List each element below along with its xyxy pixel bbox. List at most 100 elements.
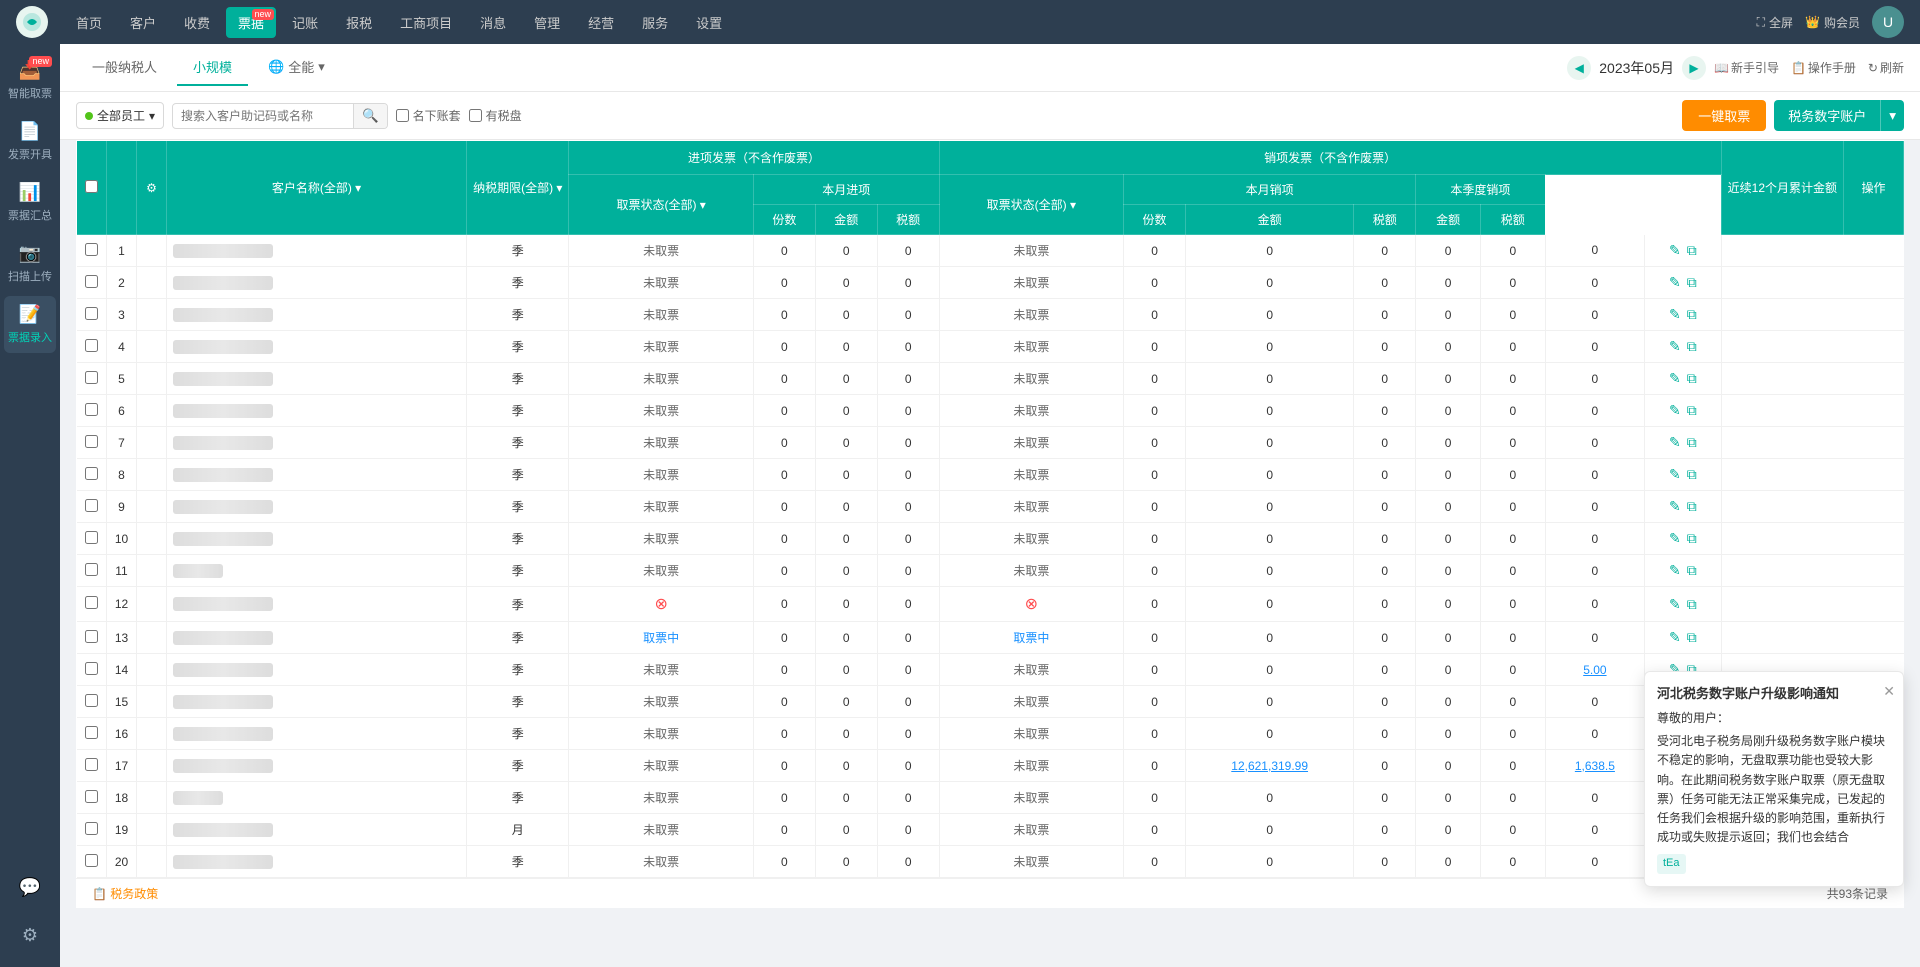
copy-icon[interactable]: ⧉ [1687, 402, 1697, 419]
user-avatar[interactable]: U [1872, 6, 1904, 38]
cumulative-value[interactable]: 1,638.5 [1575, 759, 1615, 773]
one-click-fetch-button[interactable]: 一键取票 [1682, 100, 1766, 131]
search-input[interactable] [173, 105, 353, 127]
nav-item-fee[interactable]: 收费 [172, 7, 222, 38]
edit-icon[interactable]: ✎ [1669, 306, 1681, 323]
nav-item-tax[interactable]: 报税 [334, 7, 384, 38]
row-checkbox[interactable] [77, 299, 107, 331]
vip-button[interactable]: 👑 购会员 [1805, 14, 1860, 31]
row-select-checkbox[interactable] [85, 499, 98, 512]
out-amount-value[interactable]: 12,621,319.99 [1231, 759, 1308, 773]
tax-policy-link[interactable]: 📋 税务政策 [92, 885, 158, 902]
copy-icon[interactable]: ⧉ [1687, 370, 1697, 387]
nav-item-business[interactable]: 工商项目 [388, 7, 464, 38]
row-checkbox[interactable] [77, 235, 107, 267]
row-checkbox[interactable] [77, 363, 107, 395]
statement-checkbox[interactable] [396, 109, 409, 122]
tax-disk-filter[interactable]: 有税盘 [469, 107, 522, 124]
row-select-checkbox[interactable] [85, 307, 98, 320]
row-select-checkbox[interactable] [85, 662, 98, 675]
row-checkbox[interactable] [77, 459, 107, 491]
row-select-checkbox[interactable] [85, 403, 98, 416]
tax-digital-dropdown[interactable]: ▾ [1880, 100, 1904, 131]
row-checkbox[interactable] [77, 555, 107, 587]
refresh-button[interactable]: ↻ 刷新 [1868, 59, 1904, 76]
edit-icon[interactable]: ✎ [1669, 402, 1681, 419]
row-select-checkbox[interactable] [85, 694, 98, 707]
nav-item-service[interactable]: 服务 [630, 7, 680, 38]
notification-close-button[interactable]: ✕ [1883, 680, 1895, 702]
next-month-button[interactable]: ▶ [1682, 56, 1706, 80]
row-select-checkbox[interactable] [85, 563, 98, 576]
cumulative-value[interactable]: 5.00 [1583, 663, 1606, 677]
nav-item-customer[interactable]: 客户 [118, 7, 168, 38]
new-guide-button[interactable]: 📖 新手引导 [1714, 59, 1779, 76]
tab-general-taxpayer[interactable]: 一般纳税人 [76, 49, 173, 86]
sidebar-item-invoice-create[interactable]: 📄 发票开具 [4, 113, 56, 170]
row-checkbox[interactable] [77, 587, 107, 622]
nav-item-message[interactable]: 消息 [468, 7, 518, 38]
copy-icon[interactable]: ⧉ [1687, 562, 1697, 579]
row-select-checkbox[interactable] [85, 339, 98, 352]
row-checkbox[interactable] [77, 782, 107, 814]
nav-item-accounting[interactable]: 记账 [280, 7, 330, 38]
row-select-checkbox[interactable] [85, 758, 98, 771]
nav-item-management[interactable]: 管理 [522, 7, 572, 38]
copy-icon[interactable]: ⧉ [1687, 466, 1697, 483]
copy-icon[interactable]: ⧉ [1687, 596, 1697, 613]
edit-icon[interactable]: ✎ [1669, 530, 1681, 547]
sidebar-item-invoice-entry[interactable]: 📝 票据录入 [4, 296, 56, 353]
edit-icon[interactable]: ✎ [1669, 562, 1681, 579]
sidebar-item-scan-upload[interactable]: 📷 扫描上传 [4, 235, 56, 292]
employee-filter[interactable]: 全部员工 ▾ [76, 102, 164, 129]
edit-icon[interactable]: ✎ [1669, 370, 1681, 387]
row-checkbox[interactable] [77, 491, 107, 523]
sidebar-item-invoice-summary[interactable]: 📊 票据汇总 [4, 174, 56, 231]
nav-item-operations[interactable]: 经营 [576, 7, 626, 38]
row-checkbox[interactable] [77, 523, 107, 555]
row-select-checkbox[interactable] [85, 596, 98, 609]
row-select-checkbox[interactable] [85, 854, 98, 867]
copy-icon[interactable]: ⧉ [1687, 629, 1697, 646]
prev-month-button[interactable]: ◀ [1567, 56, 1591, 80]
tax-digital-button[interactable]: 税务数字账户 [1774, 100, 1880, 131]
row-checkbox[interactable] [77, 622, 107, 654]
sidebar-chat-button[interactable]: 💬 [10, 867, 50, 907]
tab-all[interactable]: 🌐 全能 ▾ [252, 49, 341, 86]
row-checkbox[interactable] [77, 267, 107, 299]
edit-icon[interactable]: ✎ [1669, 274, 1681, 291]
tax-disk-checkbox[interactable] [469, 109, 482, 122]
row-checkbox[interactable] [77, 654, 107, 686]
row-select-checkbox[interactable] [85, 790, 98, 803]
manual-button[interactable]: 📋 操作手册 [1791, 59, 1856, 76]
row-checkbox[interactable] [77, 331, 107, 363]
row-select-checkbox[interactable] [85, 275, 98, 288]
row-select-checkbox[interactable] [85, 467, 98, 480]
tab-small-scale[interactable]: 小规模 [177, 49, 248, 86]
search-button[interactable]: 🔍 [353, 104, 387, 128]
row-checkbox[interactable] [77, 814, 107, 846]
row-checkbox[interactable] [77, 427, 107, 459]
nav-item-home[interactable]: 首页 [64, 7, 114, 38]
copy-icon[interactable]: ⧉ [1687, 434, 1697, 451]
row-select-checkbox[interactable] [85, 435, 98, 448]
statement-filter[interactable]: 名下账套 [396, 107, 461, 124]
copy-icon[interactable]: ⧉ [1687, 498, 1697, 515]
nav-item-invoice[interactable]: 票据 new [226, 7, 276, 38]
row-checkbox[interactable] [77, 686, 107, 718]
nav-item-settings[interactable]: 设置 [684, 7, 734, 38]
copy-icon[interactable]: ⧉ [1687, 242, 1697, 259]
row-checkbox[interactable] [77, 750, 107, 782]
sidebar-settings-button[interactable]: ⚙ [10, 915, 50, 955]
row-select-checkbox[interactable] [85, 822, 98, 835]
row-checkbox[interactable] [77, 846, 107, 878]
fullscreen-button[interactable]: ⛶ 全屏 [1757, 14, 1793, 31]
row-checkbox[interactable] [77, 718, 107, 750]
edit-icon[interactable]: ✎ [1669, 338, 1681, 355]
row-select-checkbox[interactable] [85, 243, 98, 256]
copy-icon[interactable]: ⧉ [1687, 338, 1697, 355]
edit-icon[interactable]: ✎ [1669, 629, 1681, 646]
copy-icon[interactable]: ⧉ [1687, 274, 1697, 291]
copy-icon[interactable]: ⧉ [1687, 306, 1697, 323]
edit-icon[interactable]: ✎ [1669, 242, 1681, 259]
